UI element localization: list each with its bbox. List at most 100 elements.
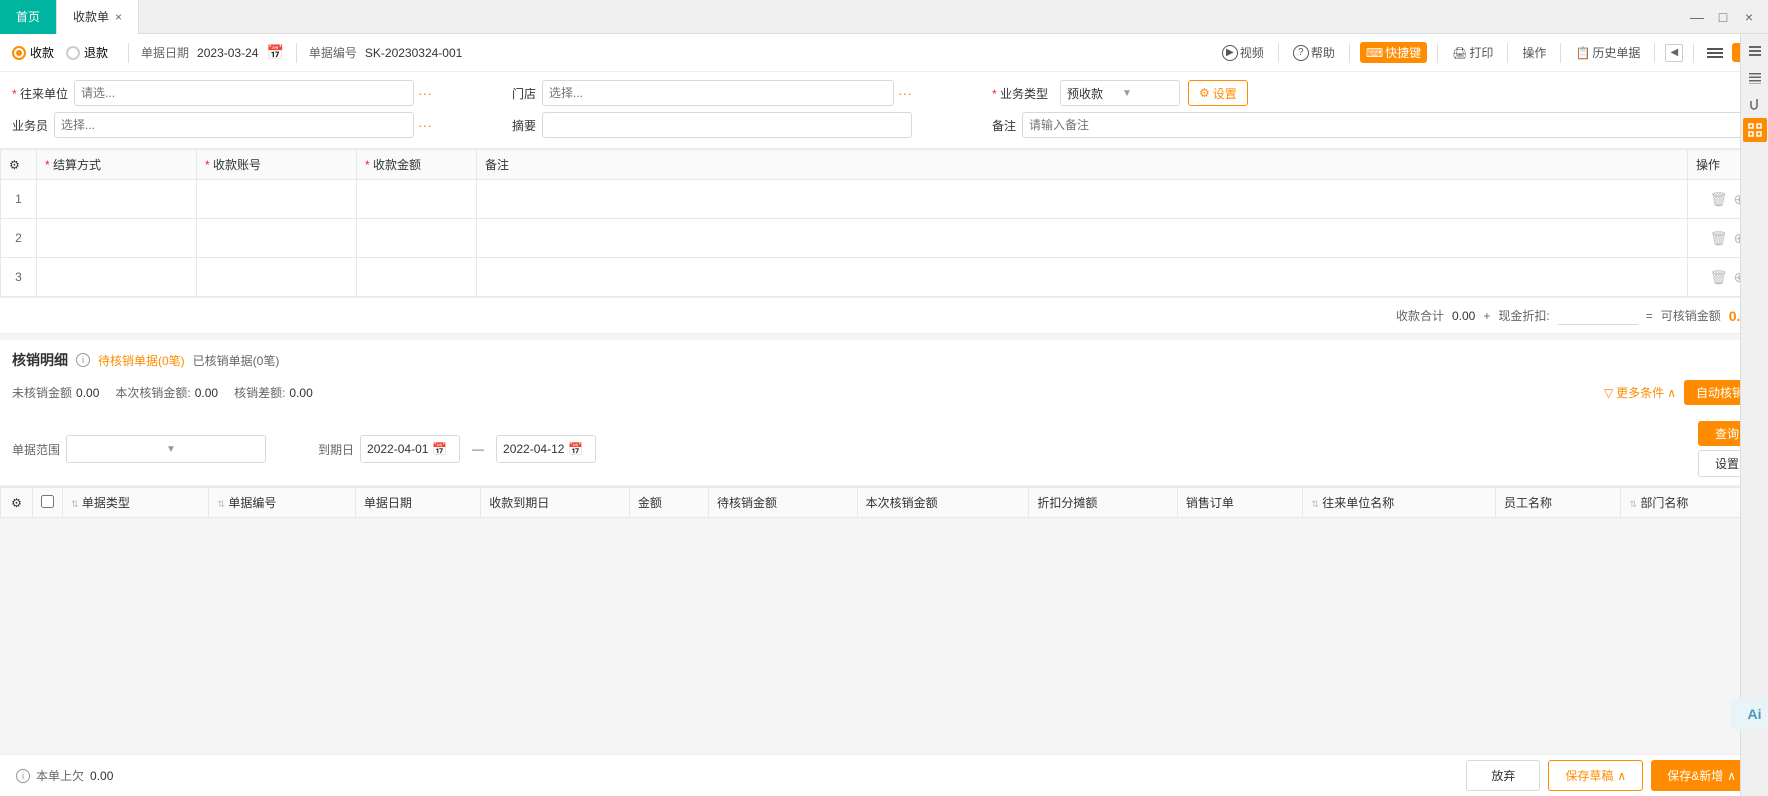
- bottom-table-container: ⚙ ⇅ 单据类型 ⇅ 单据编号 单据日期 收款到期日: [0, 486, 1768, 518]
- pending-tag[interactable]: 待核销单据(0笔): [98, 352, 185, 369]
- row-num-3: 3: [1, 258, 37, 297]
- store-label: 门店: [512, 85, 536, 102]
- divider8: [1654, 43, 1655, 63]
- note-input-2[interactable]: [477, 219, 1687, 257]
- operation-btn[interactable]: 操作: [1518, 42, 1550, 63]
- account-cell-1[interactable]: [197, 180, 357, 219]
- store-input[interactable]: [542, 80, 894, 106]
- close-button[interactable]: ×: [1738, 6, 1760, 28]
- calendar-icon[interactable]: 📅: [266, 44, 283, 61]
- settlement-cell-2[interactable]: [37, 219, 197, 258]
- history-btn[interactable]: 📋 历史单据: [1571, 42, 1644, 63]
- business-type-select[interactable]: 预收款 ▼: [1060, 80, 1180, 106]
- settlement-cell-1[interactable]: [37, 180, 197, 219]
- date-from-input[interactable]: 2022-04-01 📅: [360, 435, 460, 463]
- note-cell-2[interactable]: [477, 219, 1688, 258]
- plus-sign: +: [1483, 309, 1490, 323]
- account-cell-3[interactable]: [197, 258, 357, 297]
- more-conditions-btn[interactable]: ▽ 更多条件 ∧: [1604, 384, 1676, 401]
- maximize-button[interactable]: □: [1712, 6, 1734, 28]
- select-all-checkbox[interactable]: [41, 495, 54, 508]
- checkbox-col[interactable]: [33, 488, 63, 518]
- help-btn[interactable]: ? 帮助: [1289, 42, 1339, 63]
- menu-icon[interactable]: [1704, 45, 1726, 61]
- amount-cell-3[interactable]: [357, 258, 477, 297]
- prev-arrow[interactable]: ◀: [1665, 44, 1683, 62]
- sidebar-list-icon[interactable]: [1743, 66, 1767, 90]
- tab-home[interactable]: 首页: [0, 0, 56, 34]
- search-row: 单据范围 ▼ 到期日 2022-04-01 📅 — 2022-04-12 📅 查…: [0, 413, 1768, 486]
- summary-label: 摘要: [512, 117, 536, 134]
- salesperson-input[interactable]: [54, 112, 414, 138]
- amount-input-3[interactable]: [357, 258, 476, 296]
- due-date-col-header: 收款到期日: [481, 488, 630, 518]
- account-input-3[interactable]: [197, 258, 356, 296]
- sidebar-scan-icon[interactable]: [1743, 118, 1767, 142]
- discount-input[interactable]: [1558, 306, 1638, 325]
- save-new-button[interactable]: 保存&新增 ∧: [1651, 760, 1752, 791]
- diff-value: 0.00: [289, 386, 312, 400]
- row-num-1: 1: [1, 180, 37, 219]
- right-sidebar: Ai: [1740, 34, 1768, 796]
- note-cell-3[interactable]: [477, 258, 1688, 297]
- discount-label: 现金折扣:: [1498, 307, 1549, 324]
- tab-receipt[interactable]: 收款单 ×: [56, 0, 139, 34]
- amount-input-1[interactable]: [357, 180, 476, 218]
- note-input-3[interactable]: [477, 258, 1687, 296]
- company-more-btn[interactable]: ···: [418, 85, 432, 101]
- account-input-2[interactable]: [197, 219, 356, 257]
- table-settings-col[interactable]: ⚙: [1, 150, 37, 180]
- print-btn[interactable]: 🖨 打印: [1448, 42, 1497, 63]
- delete-icon-2[interactable]: 🗑: [1710, 230, 1728, 247]
- note-input-1[interactable]: [477, 180, 1687, 218]
- note-input[interactable]: [1022, 112, 1756, 138]
- save-arrow-icon: ∧: [1727, 769, 1736, 783]
- sidebar-table-icon[interactable]: [1743, 40, 1767, 64]
- summary-input[interactable]: [542, 112, 912, 138]
- delete-icon-3[interactable]: 🗑: [1710, 269, 1728, 286]
- discard-button[interactable]: 放弃: [1466, 760, 1540, 791]
- shortcut-btn[interactable]: ⌨ 快捷键: [1360, 42, 1427, 63]
- toolbar: 收款 退款 单据日期 2023-03-24 📅 单据编号 SK-20230324…: [0, 34, 1768, 72]
- sidebar-attachment-icon[interactable]: [1743, 92, 1767, 116]
- settlement-input-2[interactable]: [37, 219, 196, 257]
- store-more-btn[interactable]: ···: [898, 85, 912, 101]
- settlement-cell-3[interactable]: [37, 258, 197, 297]
- done-tag[interactable]: 已核销单据(0笔): [193, 352, 280, 369]
- calendar-from-icon[interactable]: 📅: [432, 442, 447, 456]
- ai-button[interactable]: Ai: [1731, 698, 1768, 730]
- bottom-settings-col[interactable]: ⚙: [1, 488, 33, 518]
- amount-input-2[interactable]: [357, 219, 476, 257]
- total-label: 收款合计: [1396, 307, 1444, 324]
- account-cell-2[interactable]: [197, 219, 357, 258]
- amount-cell-1[interactable]: [357, 180, 477, 219]
- delete-icon-1[interactable]: 🗑: [1710, 191, 1728, 208]
- account-input-1[interactable]: [197, 180, 356, 218]
- info-icon[interactable]: i: [76, 353, 90, 367]
- amount-cell-2[interactable]: [357, 219, 477, 258]
- discard-label: 放弃: [1491, 769, 1515, 783]
- salesperson-field: 业务员 ···: [12, 112, 432, 138]
- salesperson-more-btn[interactable]: ···: [418, 117, 432, 133]
- minimize-button[interactable]: —: [1686, 6, 1708, 28]
- note-cell-1[interactable]: [477, 180, 1688, 219]
- company-input[interactable]: [74, 80, 414, 106]
- calendar-to-icon[interactable]: 📅: [568, 442, 583, 456]
- date-to-input[interactable]: 2022-04-12 📅: [496, 435, 596, 463]
- refund-radio[interactable]: 退款: [66, 44, 108, 61]
- receipt-radio[interactable]: 收款: [12, 44, 54, 61]
- video-btn[interactable]: ▶ 视频: [1218, 42, 1268, 63]
- settlement-input-1[interactable]: [37, 180, 196, 218]
- chevron-down-icon: ▼: [166, 444, 257, 455]
- settings-button[interactable]: ⚙ 设置: [1188, 80, 1248, 106]
- tab-close-icon[interactable]: ×: [115, 10, 122, 24]
- more-conditions-label: 更多条件: [1616, 384, 1664, 401]
- sort-icon: ⇅: [71, 499, 79, 509]
- divider3: [1278, 43, 1279, 63]
- shortcut-label: 快捷键: [1385, 44, 1421, 61]
- draft-button[interactable]: 保存草稿 ∧: [1548, 760, 1643, 791]
- account-col-header: * 收款账号: [197, 150, 357, 180]
- prev-order-info-icon[interactable]: i: [16, 768, 30, 784]
- range-select[interactable]: ▼: [66, 435, 266, 463]
- settlement-input-3[interactable]: [37, 258, 196, 296]
